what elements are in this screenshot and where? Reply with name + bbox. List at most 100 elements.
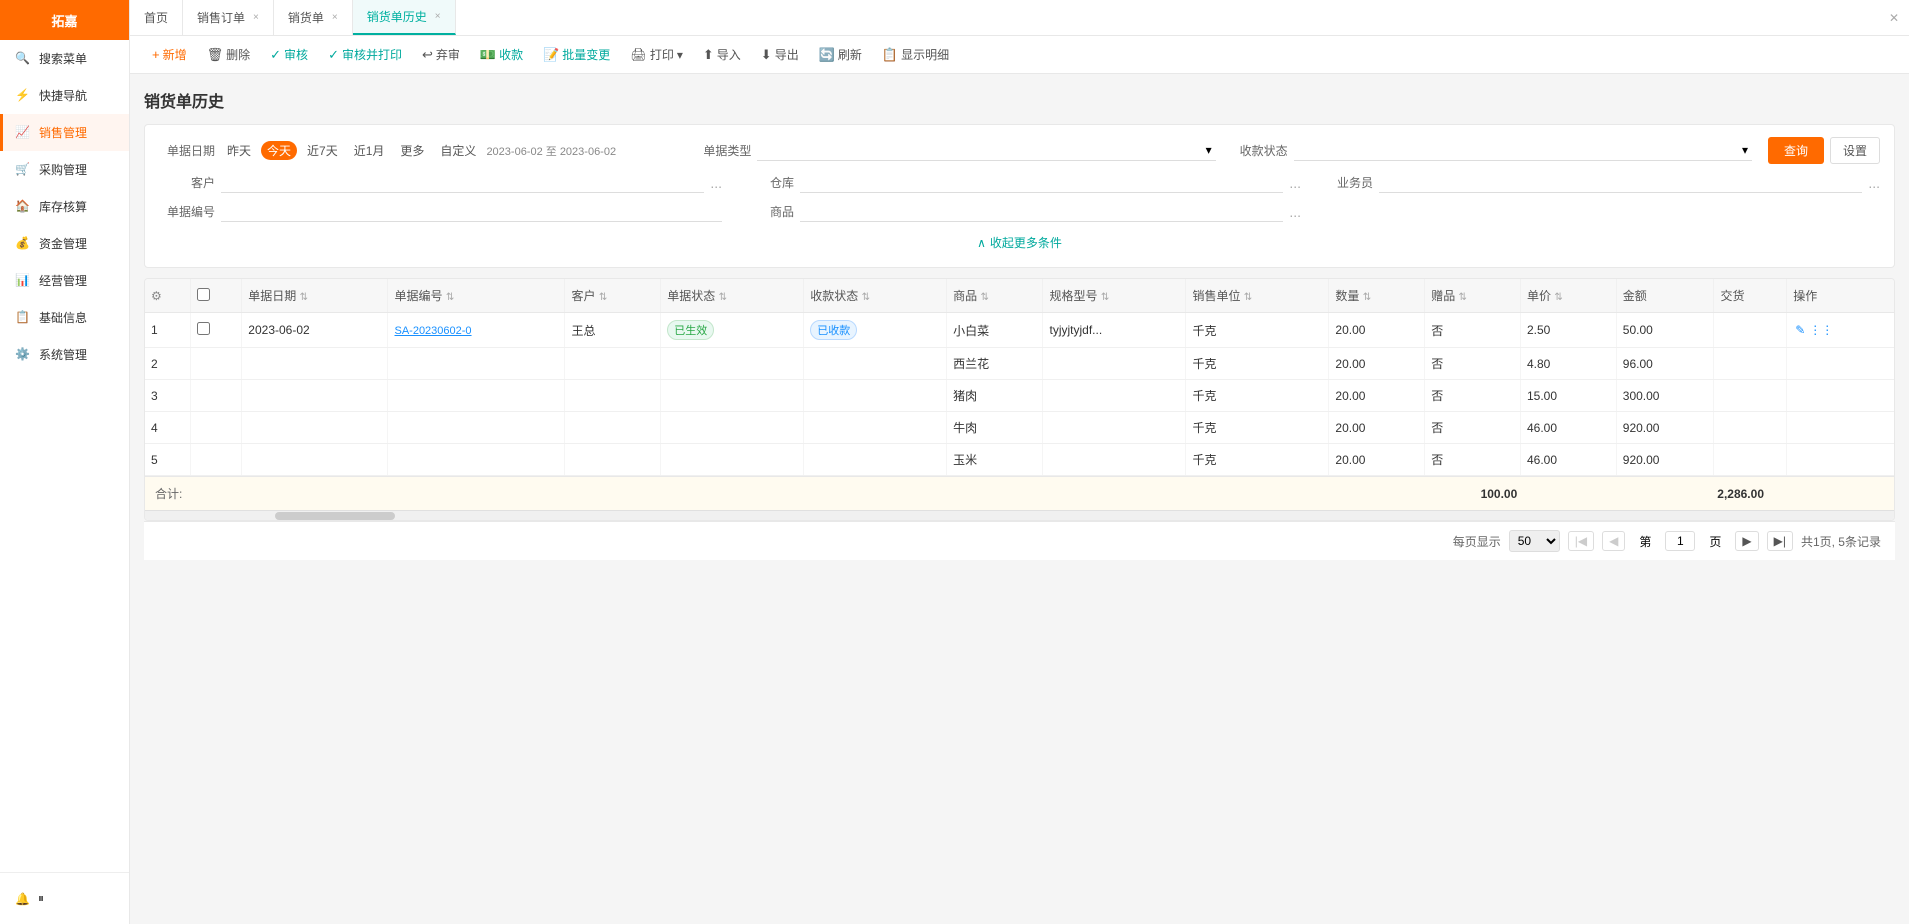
filter-doc-type-select[interactable]: ▾: [757, 140, 1215, 161]
export-button[interactable]: ⬇ 导出: [753, 42, 807, 67]
delete-button[interactable]: 🗑 删除: [199, 42, 259, 67]
new-icon: +: [152, 47, 160, 62]
tab-sales-order[interactable]: 销售订单 ×: [183, 0, 274, 35]
cell-actions: ✎ ⋮⋮: [1787, 313, 1894, 348]
filter-payment-status-item: 收款状态 ▾: [1232, 140, 1752, 161]
cell-trade: [1714, 348, 1787, 380]
sidebar-item-label: 库存核算: [39, 198, 87, 215]
page-next-btn[interactable]: ▶: [1735, 531, 1758, 551]
row-checkbox[interactable]: [197, 322, 210, 335]
select-all-checkbox[interactable]: [197, 288, 210, 301]
filter-customer-input[interactable]: [221, 172, 704, 193]
date-tag-more[interactable]: 更多: [394, 141, 430, 160]
col-payment-status-sort[interactable]: ⇅: [862, 292, 870, 303]
sidebar-item-sales-mgmt[interactable]: 📈 销售管理: [0, 114, 129, 151]
cell-doc-no: [388, 412, 565, 444]
collect-button[interactable]: 💵 收款: [472, 42, 531, 67]
print-icon: 🖨: [630, 47, 647, 63]
page-num-input[interactable]: [1665, 531, 1695, 551]
print-button[interactable]: 🖨 打印 ▾: [622, 42, 691, 67]
col-settings[interactable]: ⚙: [145, 279, 191, 313]
tab-bar-close-all[interactable]: ✕: [1879, 11, 1909, 25]
cell-goods: 牛肉: [947, 412, 1043, 444]
row-edit-icon[interactable]: ✎: [1795, 323, 1805, 337]
date-tag-today[interactable]: 今天: [261, 141, 297, 160]
doc-status-badge: 已生效: [667, 320, 714, 340]
abandon-button[interactable]: ↩ 弃审: [414, 42, 468, 67]
sidebar-item-finance[interactable]: 💰 资金管理: [0, 225, 129, 262]
cell-doc-status: 已生效: [661, 313, 804, 348]
page-first-btn[interactable]: |◀: [1568, 531, 1594, 551]
page-size-select[interactable]: 50 100 200: [1509, 530, 1560, 552]
tab-sales-order-close[interactable]: ×: [253, 12, 259, 23]
sidebar-item-search-menu[interactable]: 🔍 搜索菜单: [0, 40, 129, 77]
col-spec-type-sort[interactable]: ⇅: [1101, 292, 1109, 303]
audit-button[interactable]: ✓ 审核: [262, 42, 316, 67]
scroll-thumb[interactable]: [275, 512, 395, 520]
date-tag-custom[interactable]: 自定义: [434, 141, 482, 160]
new-button[interactable]: + 新增: [144, 42, 195, 67]
main-area: 首页 销售订单 × 销货单 × 销货单历史 × ✕ + 新增 🗑 删除 ✓ 审核: [130, 0, 1909, 924]
tab-sales-history[interactable]: 销货单历史 ×: [353, 0, 456, 35]
batch-change-button[interactable]: 📝 批量变更: [535, 42, 618, 67]
cell-amount: 920.00: [1616, 412, 1714, 444]
cell-goods: 小白菜: [947, 313, 1043, 348]
cell-goods: 玉米: [947, 444, 1043, 476]
col-qty-sort[interactable]: ⇅: [1363, 292, 1371, 303]
sidebar-item-quick-nav[interactable]: ⚡ 快捷导航: [0, 77, 129, 114]
audit-print-button[interactable]: ✓ 审核并打印: [320, 42, 410, 67]
cell-doc-date: [242, 348, 388, 380]
col-gift-sort[interactable]: ⇅: [1459, 292, 1467, 303]
col-doc-status-sort[interactable]: ⇅: [719, 292, 727, 303]
import-button[interactable]: ⬆ 导入: [695, 42, 749, 67]
filter-doc-no-input[interactable]: [221, 201, 722, 222]
sidebar-item-operations[interactable]: 📊 经营管理: [0, 262, 129, 299]
tab-home[interactable]: 首页: [130, 0, 183, 35]
query-button[interactable]: 查询: [1768, 137, 1824, 164]
sidebar-collapse-btn[interactable]: 🔔 ⏸: [0, 881, 129, 916]
col-sales-unit-sort[interactable]: ⇅: [1244, 292, 1252, 303]
operations-icon: 📊: [15, 273, 31, 289]
col-unit-price-sort[interactable]: ⇅: [1554, 292, 1562, 303]
sidebar-item-sys-mgmt[interactable]: ⚙️ 系统管理: [0, 336, 129, 373]
cell-spec-type: [1043, 380, 1186, 412]
print-dropdown-icon: ▾: [677, 48, 683, 62]
doc-no-link[interactable]: SA-20230602-0: [394, 325, 471, 337]
sidebar-item-basic-info[interactable]: 📋 基础信息: [0, 299, 129, 336]
filter-salesperson-input[interactable]: [1379, 172, 1862, 193]
col-doc-date-sort[interactable]: ⇅: [300, 292, 308, 303]
date-tag-7days[interactable]: 近7天: [301, 141, 344, 160]
warehouse-dots[interactable]: ...: [1289, 175, 1301, 191]
sidebar-item-label: 销售管理: [39, 124, 87, 141]
date-tag-1month[interactable]: 近1月: [348, 141, 391, 160]
col-customer-sort[interactable]: ⇅: [599, 292, 607, 303]
sidebar-item-purchase-mgmt[interactable]: 🛒 采购管理: [0, 151, 129, 188]
setting-button[interactable]: 设置: [1830, 137, 1880, 164]
horizontal-scrollbar[interactable]: [145, 510, 1894, 520]
filter-goods-label: 商品: [738, 203, 794, 220]
page-prev-btn[interactable]: ◀: [1602, 531, 1625, 551]
show-detail-button[interactable]: 📋 显示明细: [874, 42, 957, 67]
tab-sales-history-close[interactable]: ×: [435, 11, 441, 22]
collapse-button[interactable]: ∧ 收起更多条件: [159, 230, 1880, 255]
basic-info-icon: 📋: [15, 310, 31, 326]
refresh-button[interactable]: 🔄 刷新: [811, 42, 870, 67]
filter-goods-input[interactable]: [800, 201, 1283, 222]
page-last-btn[interactable]: ▶|: [1767, 531, 1793, 551]
sidebar-item-inventory[interactable]: 🏠 库存核算: [0, 188, 129, 225]
salesperson-dots[interactable]: ...: [1868, 175, 1880, 191]
tab-sales-delivery-close[interactable]: ×: [332, 12, 338, 23]
table-row: 4 牛肉 千克 20.00 否 46.00 920.00: [145, 412, 1894, 444]
tab-sales-delivery[interactable]: 销货单 ×: [274, 0, 353, 35]
row-more-icon[interactable]: ⋮⋮: [1809, 323, 1833, 337]
customer-dots[interactable]: ...: [710, 175, 722, 191]
filter-payment-status-select[interactable]: ▾: [1294, 140, 1752, 161]
abandon-icon: ↩: [422, 47, 433, 63]
date-tag-yesterday[interactable]: 昨天: [221, 141, 257, 160]
inventory-icon: 🏠: [15, 199, 31, 215]
col-goods-sort[interactable]: ⇅: [981, 292, 989, 303]
filter-warehouse-input[interactable]: [800, 172, 1283, 193]
col-doc-no-sort[interactable]: ⇅: [446, 292, 454, 303]
table-settings-icon[interactable]: ⚙: [151, 289, 162, 303]
goods-dots[interactable]: ...: [1289, 204, 1301, 220]
